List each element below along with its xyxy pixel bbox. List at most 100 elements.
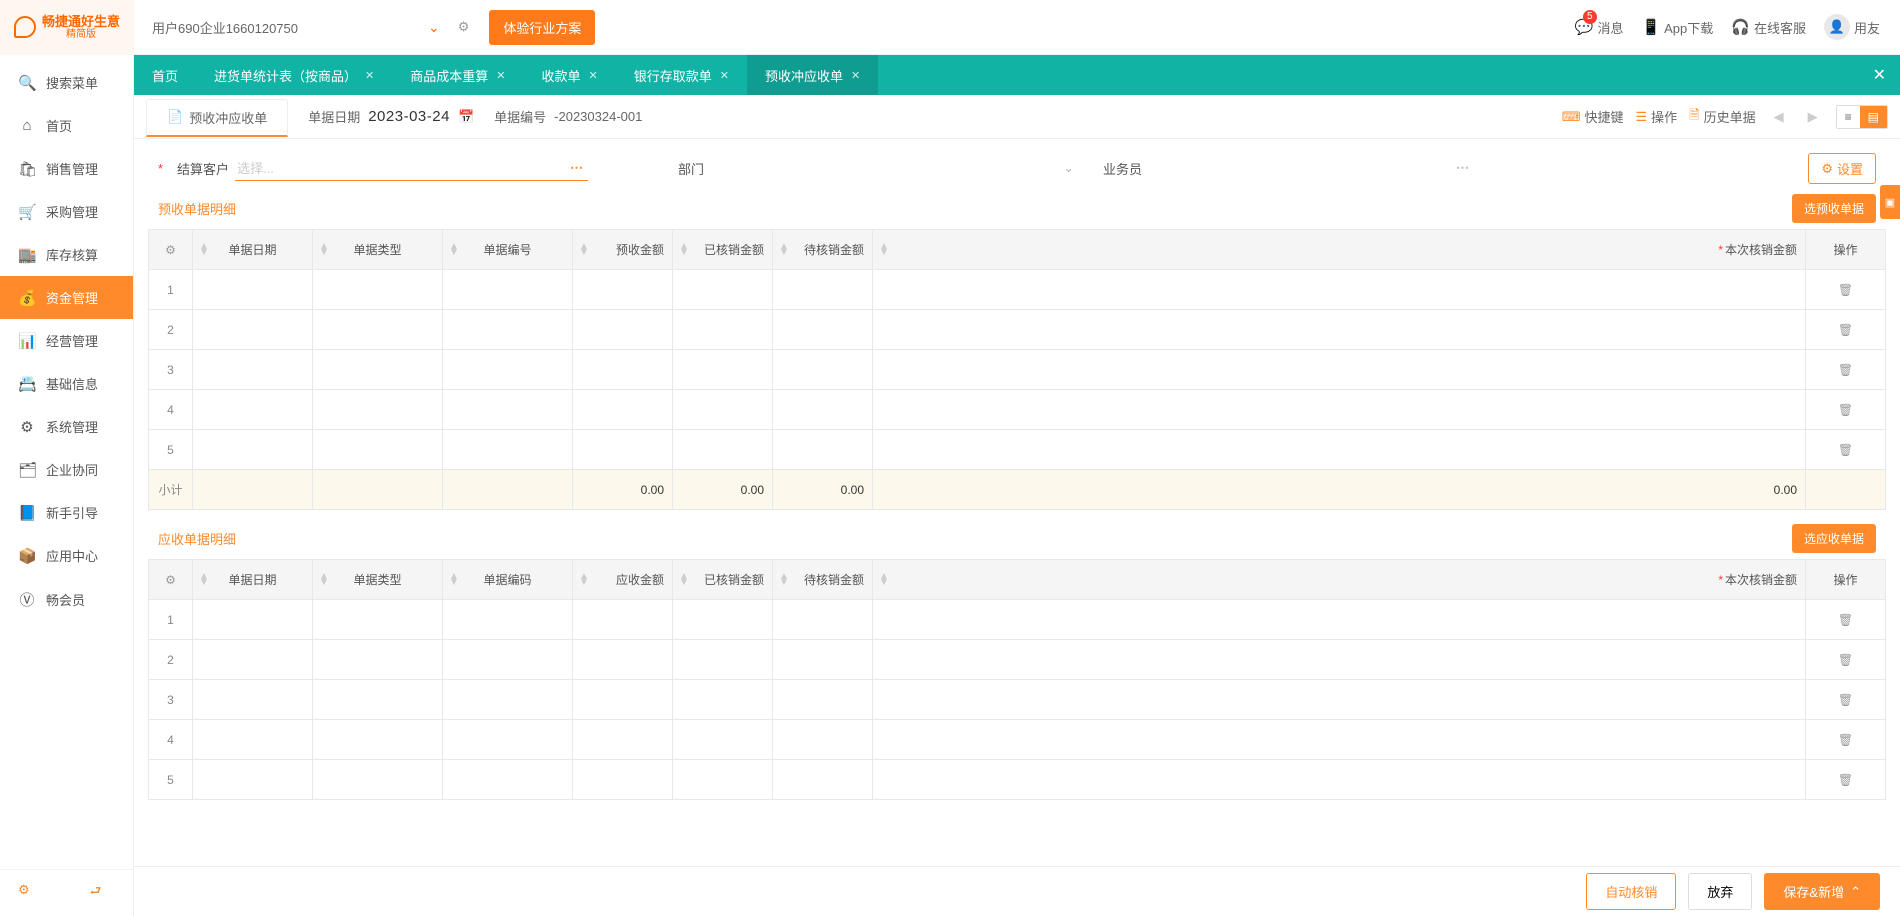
- table-row[interactable]: 1🗑: [149, 270, 1886, 310]
- delete-icon[interactable]: 🗑: [1838, 283, 1853, 297]
- try-plan-button[interactable]: 体验行业方案: [489, 10, 595, 45]
- close-all-tabs-icon[interactable]: ✕: [1859, 65, 1900, 85]
- sidebar-item[interactable]: 📊经营管理: [0, 319, 133, 362]
- sort-icon[interactable]: ▲▼: [579, 574, 589, 586]
- sort-icon[interactable]: ▲▼: [879, 244, 889, 256]
- operate-link[interactable]: ☰操作: [1636, 107, 1678, 126]
- close-icon[interactable]: ✕: [720, 69, 729, 82]
- sidebar-settings-icon[interactable]: ⚙: [18, 882, 30, 904]
- dept-input[interactable]: [712, 161, 1063, 176]
- sidebar-item-label: 资金管理: [46, 288, 98, 307]
- document-title-tab: 📄 预收冲应收单: [146, 99, 288, 137]
- delete-icon[interactable]: 🗑: [1838, 773, 1853, 787]
- table-settings-icon[interactable]: ⚙: [165, 573, 176, 587]
- prev-doc-icon[interactable]: ◀: [1768, 109, 1790, 125]
- sidebar-item[interactable]: 📘新手引导: [0, 491, 133, 534]
- delete-icon[interactable]: 🗑: [1838, 403, 1853, 417]
- delete-icon[interactable]: 🗑: [1838, 363, 1853, 377]
- sidebar-item-label: 应用中心: [46, 546, 98, 565]
- sort-icon[interactable]: ▲▼: [449, 574, 459, 586]
- delete-icon[interactable]: 🗑: [1838, 323, 1853, 337]
- delete-icon[interactable]: 🗑: [1838, 443, 1853, 457]
- auto-writeoff-button[interactable]: 自动核销: [1586, 873, 1676, 910]
- close-icon[interactable]: ✕: [365, 69, 374, 82]
- table-row[interactable]: 4🗑: [149, 720, 1886, 760]
- sidebar-item[interactable]: 🛒采购管理: [0, 190, 133, 233]
- sort-icon[interactable]: ▲▼: [679, 574, 689, 586]
- table-row[interactable]: 3🗑: [149, 680, 1886, 720]
- sidebar-item[interactable]: 📇基础信息: [0, 362, 133, 405]
- sort-icon[interactable]: ▲▼: [779, 574, 789, 586]
- tab[interactable]: 商品成本重算✕: [392, 55, 523, 95]
- sidebar-item-icon: 💰: [18, 289, 36, 307]
- logo[interactable]: 畅捷通好生意 精简版: [0, 0, 134, 55]
- abandon-button[interactable]: 放弃: [1688, 873, 1752, 910]
- history-link[interactable]: 🗎历史单据: [1689, 106, 1755, 128]
- delete-icon[interactable]: 🗑: [1838, 733, 1853, 747]
- sort-icon[interactable]: ▲▼: [319, 574, 329, 586]
- table-settings-icon[interactable]: ⚙: [165, 243, 176, 257]
- sidebar-item-icon: Ⓥ: [18, 589, 36, 610]
- close-icon[interactable]: ✕: [851, 69, 860, 82]
- sidebar-item-label: 经营管理: [46, 331, 98, 350]
- sort-icon[interactable]: ▲▼: [319, 244, 329, 256]
- tab[interactable]: 收款单✕: [523, 55, 615, 95]
- doc-date-value[interactable]: 2023-03-24: [368, 108, 450, 125]
- sort-icon[interactable]: ▲▼: [879, 574, 889, 586]
- sidebar-item[interactable]: ⌂首页: [0, 104, 133, 147]
- tab[interactable]: 预收冲应收单✕: [747, 55, 878, 95]
- customer-input[interactable]: [237, 161, 568, 176]
- app-download-link[interactable]: 📱 App下载: [1641, 18, 1713, 37]
- tab[interactable]: 进货单统计表（按商品）✕: [196, 55, 392, 95]
- online-service-link[interactable]: 🎧 在线客服: [1731, 18, 1806, 37]
- calendar-icon[interactable]: 📅: [458, 109, 474, 125]
- delete-icon[interactable]: 🗑: [1838, 613, 1853, 627]
- close-icon[interactable]: ✕: [589, 69, 598, 82]
- settings-button[interactable]: ⚙ 设置: [1808, 153, 1876, 184]
- side-drawer-toggle[interactable]: ▣: [1880, 185, 1900, 219]
- view-list-icon[interactable]: ≡: [1837, 106, 1860, 128]
- sidebar-item[interactable]: 🗂企业协同: [0, 448, 133, 491]
- table-row[interactable]: 2🗑: [149, 640, 1886, 680]
- sort-icon[interactable]: ▲▼: [679, 244, 689, 256]
- customer-lookup-icon[interactable]: ⋯: [568, 160, 586, 176]
- table-row[interactable]: 5🗑: [149, 430, 1886, 470]
- table-row[interactable]: 3🗑: [149, 350, 1886, 390]
- staff-input[interactable]: [1150, 161, 1454, 176]
- sidebar-collapse-icon[interactable]: ⮐: [90, 882, 102, 904]
- sort-icon[interactable]: ▲▼: [579, 244, 589, 256]
- user-menu[interactable]: 👤 用友: [1824, 14, 1880, 40]
- select-prepay-button[interactable]: 选预收单据: [1792, 194, 1876, 223]
- sort-icon[interactable]: ▲▼: [199, 244, 209, 256]
- sort-icon[interactable]: ▲▼: [779, 244, 789, 256]
- dept-dropdown-icon[interactable]: ⌄: [1063, 160, 1074, 176]
- next-doc-icon[interactable]: ▶: [1802, 109, 1824, 125]
- staff-lookup-icon[interactable]: ⋯: [1454, 160, 1472, 176]
- table-row[interactable]: 2🗑: [149, 310, 1886, 350]
- sort-icon[interactable]: ▲▼: [199, 574, 209, 586]
- sidebar-item[interactable]: 🛍销售管理: [0, 147, 133, 190]
- select-receivable-button[interactable]: 选应收单据: [1792, 524, 1876, 553]
- sidebar-item[interactable]: 📦应用中心: [0, 534, 133, 577]
- settings-icon[interactable]: ⚙: [458, 19, 470, 35]
- shortcuts-link[interactable]: ⌨快捷键: [1562, 107, 1624, 126]
- sidebar-item[interactable]: 🏬库存核算: [0, 233, 133, 276]
- sidebar-item[interactable]: 💰 资金管理: [0, 276, 133, 319]
- sidebar-item[interactable]: ⚙系统管理: [0, 405, 133, 448]
- close-icon[interactable]: ✕: [496, 69, 505, 82]
- sidebar-item[interactable]: Ⓥ畅会员: [0, 577, 133, 622]
- view-detail-icon[interactable]: ▤: [1860, 106, 1887, 128]
- sidebar-item[interactable]: 🔍搜索菜单: [0, 61, 133, 104]
- sort-icon[interactable]: ▲▼: [449, 244, 459, 256]
- table-row[interactable]: 4🗑: [149, 390, 1886, 430]
- delete-icon[interactable]: 🗑: [1838, 693, 1853, 707]
- table-row[interactable]: 5🗑: [149, 760, 1886, 800]
- save-new-button[interactable]: 保存&新增 ⌃: [1764, 873, 1880, 910]
- tab[interactable]: 首页: [134, 55, 196, 95]
- chevron-down-icon: ⌄: [428, 19, 440, 36]
- org-selector[interactable]: 用户690企业1660120750 ⌄: [152, 18, 440, 37]
- messages-link[interactable]: 💬 5 消息: [1575, 18, 1624, 37]
- tab[interactable]: 银行存取款单✕: [616, 55, 747, 95]
- table-row[interactable]: 1🗑: [149, 600, 1886, 640]
- delete-icon[interactable]: 🗑: [1838, 653, 1853, 667]
